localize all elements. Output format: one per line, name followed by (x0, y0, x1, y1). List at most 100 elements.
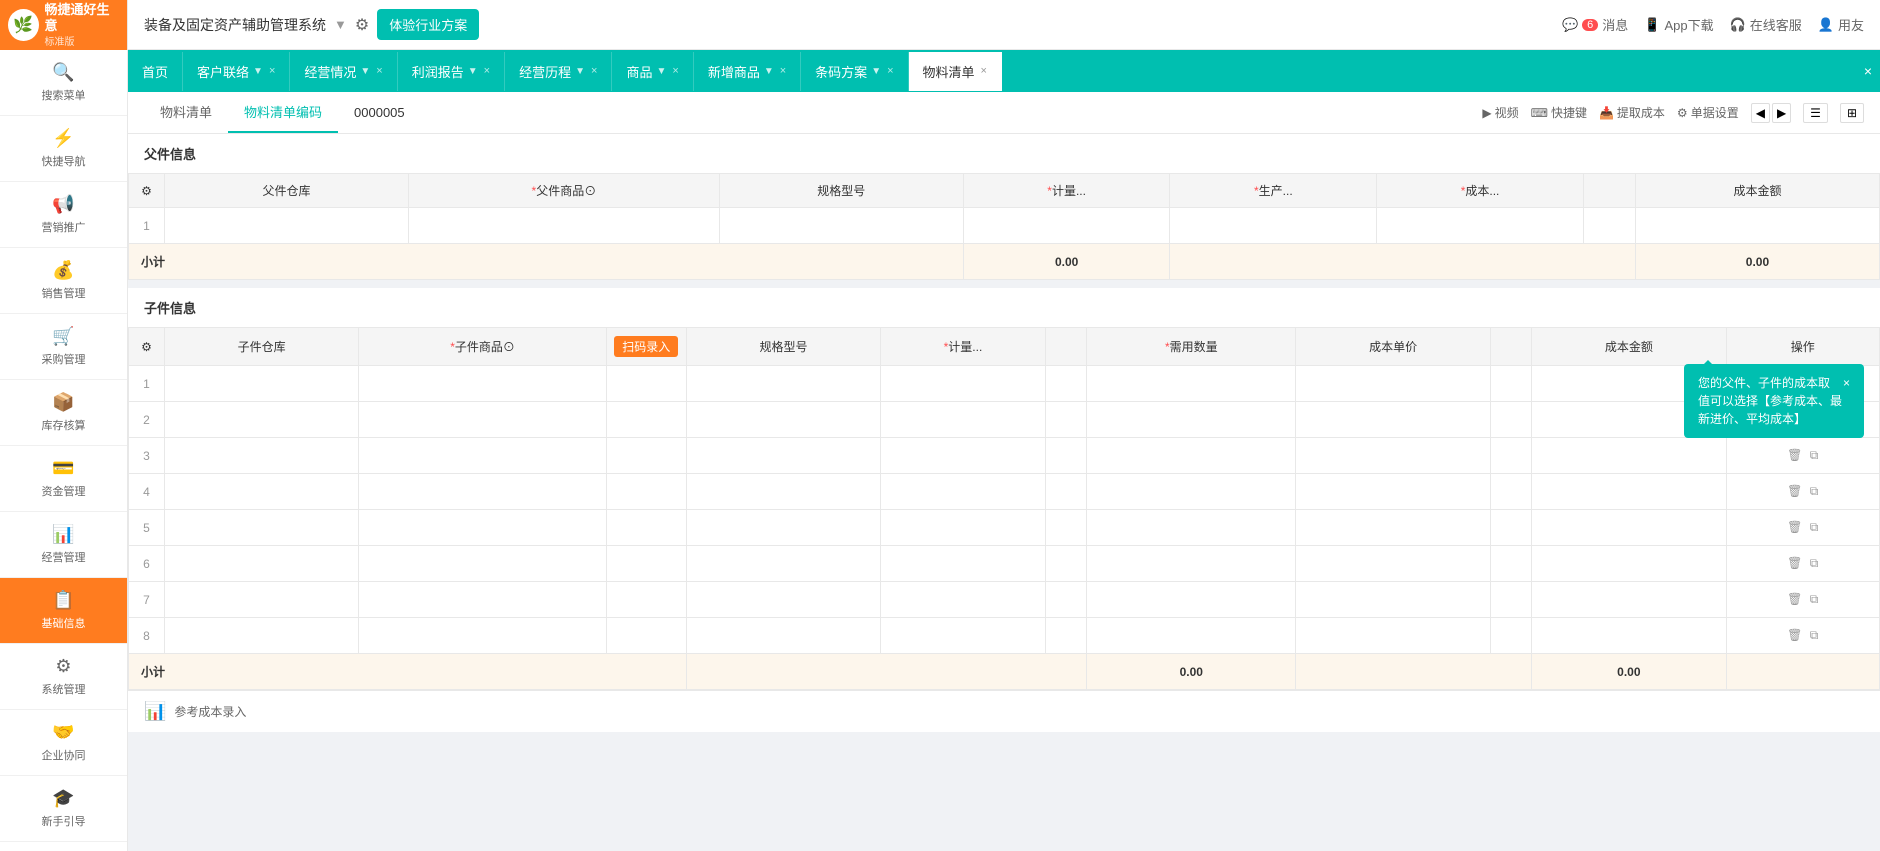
goods-close[interactable]: × (672, 65, 678, 77)
inner-tab-bar: 物料清单 物料清单编码 0000005 ▶ 视频 ⌨ 快捷键 📥 (128, 92, 1880, 134)
parent-unit-1[interactable] (963, 208, 1170, 244)
scan-input-btn[interactable]: 扫码录入 (614, 336, 678, 357)
tab-barcode[interactable]: 条码方案 ▼ × (801, 52, 908, 91)
tab-bom-code[interactable]: 物料清单编码 (228, 92, 338, 133)
new-goods-close[interactable]: × (780, 65, 786, 77)
bom-close[interactable]: × (981, 65, 987, 77)
sidebar-item-quick-nav[interactable]: ⚡ 快捷导航 (0, 116, 127, 182)
tab-customers[interactable]: 客户联络 ▼ × (183, 52, 290, 91)
sidebar-item-finance[interactable]: 💳 资金管理 (0, 446, 127, 512)
sidebar-item-marketing[interactable]: 📢 营销推广 (0, 182, 127, 248)
guide-icon: 🎓 (52, 788, 74, 809)
profit-arrow: ▼ (468, 66, 478, 77)
child-col-unit-price: 成本单价 (1296, 328, 1490, 366)
ops-icon: 📊 (52, 524, 74, 545)
tab-history[interactable]: 经营历程 ▼ × (505, 52, 612, 91)
copy-btn-8[interactable]: ⧉ (1810, 628, 1819, 642)
copy-btn-4[interactable]: ⧉ (1810, 484, 1819, 498)
delete-btn-5[interactable]: 🗑 (1787, 520, 1802, 534)
tab-home[interactable]: 首页 (128, 52, 183, 91)
child-warehouse-1[interactable] (165, 366, 359, 402)
logo-icon: 🌿 (8, 9, 39, 41)
parent-spec-1[interactable] (719, 208, 963, 244)
single-settings-btn[interactable]: ⚙ 单据设置 (1677, 104, 1739, 121)
profit-close[interactable]: × (484, 65, 490, 77)
barcode-close[interactable]: × (887, 65, 893, 77)
page-content: 物料清单 物料清单编码 0000005 ▶ 视频 ⌨ 快捷键 📥 (128, 92, 1880, 851)
sidebar-item-basic[interactable]: 📋 基础信息 (0, 578, 127, 644)
parent-warehouse-1[interactable] (165, 208, 409, 244)
view-toggle-btn[interactable]: ☰ (1803, 103, 1828, 123)
sidebar-item-system[interactable]: ⚙ 系统管理 (0, 644, 127, 710)
sidebar-item-sales[interactable]: 💰 销售管理 (0, 248, 127, 314)
copy-btn-6[interactable]: ⧉ (1810, 556, 1819, 570)
parent-goods-1[interactable] (409, 208, 720, 244)
sidebar-item-purchase[interactable]: 🛒 采购管理 (0, 314, 127, 380)
sidebar-item-collab[interactable]: 🤝 企业协同 (0, 710, 127, 776)
message-label: 消息 (1602, 15, 1628, 34)
copy-btn-3[interactable]: ⧉ (1810, 448, 1819, 462)
customers-close[interactable]: × (269, 65, 275, 77)
shortcut-btn[interactable]: ⌨ 快捷键 (1531, 104, 1587, 121)
parent-subtotal-amount: 0.00 (963, 244, 1170, 280)
delete-btn-8[interactable]: 🗑 (1787, 628, 1802, 642)
child-goods-1[interactable] (359, 366, 606, 402)
delete-btn-4[interactable]: 🗑 (1787, 484, 1802, 498)
extract-cost-btn[interactable]: 📥 提取成本 (1599, 104, 1665, 121)
child-spec-1[interactable] (686, 366, 880, 402)
tab-business[interactable]: 经营情况 ▼ × (290, 52, 397, 91)
sidebar-logo: 🌿 畅捷通好生意 标准版 (0, 0, 127, 50)
child-qty-1[interactable] (1087, 366, 1296, 402)
right-arrow-btn[interactable]: ▶ (1772, 103, 1791, 123)
nav-close-all[interactable]: × (1856, 59, 1880, 83)
parent-col-cost: *成本... (1377, 174, 1584, 208)
copy-btn-5[interactable]: ⧉ (1810, 520, 1819, 534)
parent-produce-1[interactable] (1170, 208, 1377, 244)
sidebar-item-inventory[interactable]: 📦 库存核算 (0, 380, 127, 446)
child-unit-price-1[interactable] (1296, 366, 1490, 402)
sidebar-item-ops[interactable]: 📊 经营管理 (0, 512, 127, 578)
child-col-scan[interactable]: 扫码录入 (606, 328, 686, 366)
business-close[interactable]: × (376, 65, 382, 77)
parent-cost-1[interactable] (1377, 208, 1584, 244)
parent-subtotal-row: 小计 0.00 0.00 (129, 244, 1880, 280)
app-download-btn[interactable]: 📱 App下载 (1644, 15, 1713, 34)
video-btn[interactable]: ▶ 视频 (1482, 104, 1518, 121)
sidebar-item-search[interactable]: 🔍 搜索菜单 (0, 50, 127, 116)
tab-profit[interactable]: 利润报告 ▼ × (398, 52, 505, 91)
message-btn[interactable]: 💬 6 消息 (1562, 15, 1628, 34)
sidebar: 🌿 畅捷通好生意 标准版 🔍 搜索菜单 ⚡ 快捷导航 📢 营销推广 💰 销售管理… (0, 0, 128, 851)
sidebar-item-guide[interactable]: 🎓 新手引导 (0, 776, 127, 842)
user-btn[interactable]: 👤 用友 (1818, 15, 1864, 34)
customers-arrow: ▼ (253, 66, 263, 77)
main-content: 装备及固定资产辅助管理系统 ▼ ⚙ 体验行业方案 💬 6 消息 📱 App下载 … (128, 0, 1880, 851)
tooltip-close-btn[interactable]: × (1843, 374, 1850, 392)
child-row-5: 5 🗑 ⧉ (129, 510, 1880, 546)
delete-btn-6[interactable]: 🗑 (1787, 556, 1802, 570)
delete-btn-3[interactable]: 🗑 (1787, 448, 1802, 462)
cost-input-icon: 📊 (144, 701, 166, 722)
settings-icon: ⚙ (1677, 106, 1688, 120)
dropdown-icon[interactable]: ▼ (334, 17, 347, 32)
history-close[interactable]: × (591, 65, 597, 77)
child-subtotal-total: 0.00 (1532, 654, 1726, 690)
tab-new-goods[interactable]: 新增商品 ▼ × (694, 52, 801, 91)
experience-button[interactable]: 体验行业方案 (377, 9, 479, 40)
extract-icon: 📥 (1599, 106, 1614, 120)
copy-btn-7[interactable]: ⧉ (1810, 592, 1819, 606)
tab-goods[interactable]: 商品 ▼ × (612, 52, 693, 91)
parent-col-amount: 成本金额 (1635, 174, 1879, 208)
tab-bom[interactable]: 物料清单 × (909, 52, 1002, 91)
settings-icon[interactable]: ⚙ (355, 15, 369, 35)
child-col-empty (1045, 328, 1086, 366)
delete-btn-7[interactable]: 🗑 (1787, 592, 1802, 606)
left-arrow-btn[interactable]: ◀ (1751, 103, 1770, 123)
child-unit-1[interactable] (881, 366, 1046, 402)
tab-bom-list[interactable]: 物料清单 (144, 92, 228, 133)
service-btn[interactable]: 🎧 在线客服 (1730, 15, 1802, 34)
top-header: 装备及固定资产辅助管理系统 ▼ ⚙ 体验行业方案 💬 6 消息 📱 App下载 … (128, 0, 1880, 50)
purchase-icon: 🛒 (52, 326, 74, 347)
system-title: 装备及固定资产辅助管理系统 (144, 15, 326, 35)
grid-toggle-btn[interactable]: ⊞ (1840, 103, 1864, 123)
cost-tooltip: × 您的父件、子件的成本取值可以选择【参考成本、最新进价、平均成本】 (1684, 364, 1864, 438)
